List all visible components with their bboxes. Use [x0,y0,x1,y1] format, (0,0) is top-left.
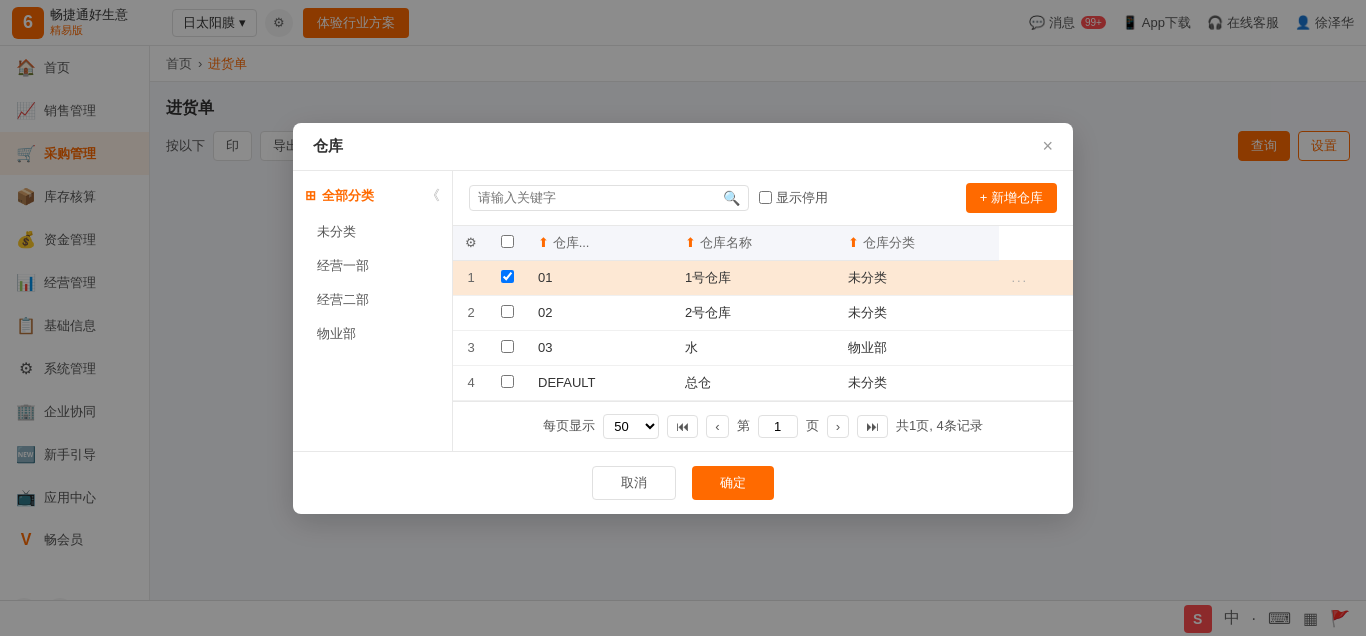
row-category: 未分类 [836,260,999,295]
col-name-header: ⬆ 仓库名称 [673,226,836,261]
first-page-button[interactable]: ⏮ [667,415,698,438]
row-name: 2号仓库 [673,295,836,330]
warehouse-table: ⚙ ⬆ 仓库... ⬆ [453,226,1073,401]
category-item-0[interactable]: 未分类 [293,215,452,249]
prev-page-button[interactable]: ‹ [706,415,728,438]
col-checkbox-header [489,226,526,261]
sort-icon: ⬆ [538,235,549,250]
category-item-1[interactable]: 经营一部 [293,249,452,283]
category-all-label: 全部分类 [322,187,374,205]
row-select-checkbox[interactable] [501,270,514,283]
row-checkbox[interactable] [489,330,526,365]
row-select-checkbox[interactable] [501,375,514,388]
add-warehouse-button[interactable]: + 新增仓库 [966,183,1057,213]
row-num: 3 [453,330,489,365]
sort-icon-name: ⬆ [685,235,696,250]
table-body: 1 01 1号仓库 未分类 ... 2 02 2号仓库 未分类 3 03 水 物… [453,260,1073,400]
row-category: 未分类 [836,295,999,330]
pagination-summary: 共1页, 4条记录 [896,417,983,435]
per-page-label: 每页显示 [543,417,595,435]
cancel-button[interactable]: 取消 [592,466,676,500]
search-box: 🔍 [469,185,749,211]
last-page-button[interactable]: ⏭ [857,415,888,438]
per-page-select[interactable]: 50 20 100 [603,414,659,439]
table-row: 3 03 水 物业部 [453,330,1073,365]
collapse-button[interactable]: 《 [426,187,440,205]
col-code-header: ⬆ 仓库... [526,226,673,261]
content-panel: 🔍 显示停用 + 新增仓库 ⚙ [453,171,1073,451]
row-checkbox[interactable] [489,260,526,295]
category-item-2[interactable]: 经营二部 [293,283,452,317]
row-actions[interactable]: ... [999,260,1073,295]
category-panel: ⊞ 全部分类 《 未分类 经营一部 经营二部 物业部 [293,171,453,451]
category-item-3[interactable]: 物业部 [293,317,452,351]
table-row: 1 01 1号仓库 未分类 ... [453,260,1073,295]
col-settings-header: ⚙ [453,226,489,261]
settings-icon: ⚙ [465,235,477,250]
table-row: 2 02 2号仓库 未分类 [453,295,1073,330]
row-category: 未分类 [836,365,999,400]
row-checkbox[interactable] [489,295,526,330]
confirm-button[interactable]: 确定 [692,466,774,500]
row-name: 1号仓库 [673,260,836,295]
dialog-close-button[interactable]: × [1042,137,1053,155]
search-icon[interactable]: 🔍 [723,190,740,206]
row-name: 总仓 [673,365,836,400]
dialog-body: ⊞ 全部分类 《 未分类 经营一部 经营二部 物业部 [293,171,1073,451]
warehouse-data-table: ⚙ ⬆ 仓库... ⬆ [453,226,1073,401]
page-label: 第 [737,417,750,435]
sort-icon-cat: ⬆ [848,235,859,250]
show-disabled-checkbox[interactable] [759,191,772,204]
col-category-header: ⬆ 仓库分类 [836,226,999,261]
row-select-checkbox[interactable] [501,305,514,318]
row-num: 2 [453,295,489,330]
dialog-overlay: 仓库 × ⊞ 全部分类 《 未分类 经营一部 [0,0,1366,636]
category-header: ⊞ 全部分类 《 [293,181,452,215]
dialog-title: 仓库 [313,137,343,156]
search-input[interactable] [478,190,723,205]
row-select-checkbox[interactable] [501,340,514,353]
table-header-row: ⚙ ⬆ 仓库... ⬆ [453,226,1073,261]
pagination-bar: 每页显示 50 20 100 ⏮ ‹ 第 页 › ⏭ 共1页, 4条记录 [453,401,1073,451]
row-num: 4 [453,365,489,400]
category-all-item[interactable]: ⊞ 全部分类 [305,187,374,205]
row-code: DEFAULT [526,365,673,400]
row-code: 02 [526,295,673,330]
next-page-button[interactable]: › [827,415,849,438]
page-number-input[interactable] [758,415,798,438]
grid-icon: ⊞ [305,188,316,203]
warehouse-dialog: 仓库 × ⊞ 全部分类 《 未分类 经营一部 [293,123,1073,514]
select-all-checkbox[interactable] [501,235,514,248]
dialog-header: 仓库 × [293,123,1073,171]
show-disabled-label[interactable]: 显示停用 [759,189,828,207]
row-code: 03 [526,330,673,365]
table-row: 4 DEFAULT 总仓 未分类 [453,365,1073,400]
row-num: 1 [453,260,489,295]
page-unit-label: 页 [806,417,819,435]
show-disabled-text: 显示停用 [776,189,828,207]
dialog-footer: 取消 确定 [293,451,1073,514]
row-category: 物业部 [836,330,999,365]
row-name: 水 [673,330,836,365]
row-code: 01 [526,260,673,295]
row-checkbox[interactable] [489,365,526,400]
content-toolbar: 🔍 显示停用 + 新增仓库 [453,171,1073,226]
